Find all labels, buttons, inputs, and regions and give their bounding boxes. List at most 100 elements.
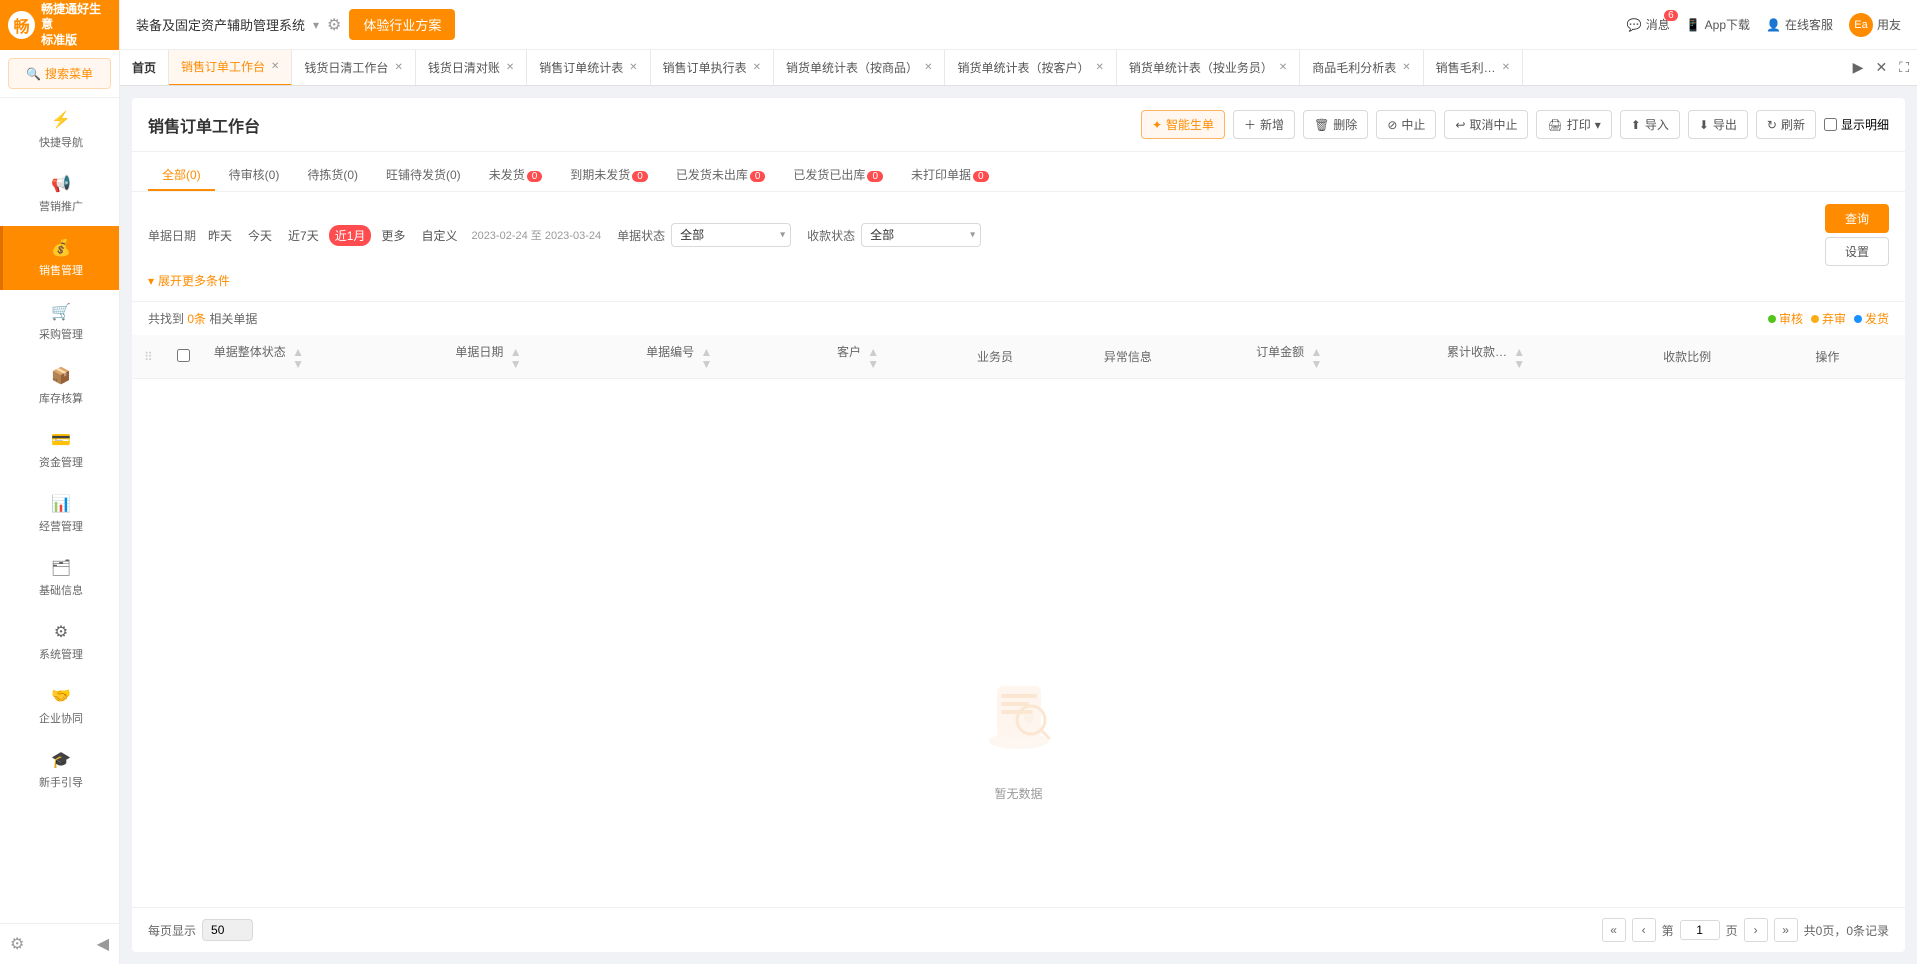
col-customer[interactable]: 客户 ▲▼	[825, 335, 965, 379]
import-button[interactable]: ⬆ 导入	[1620, 110, 1680, 139]
import-icon: ⬆	[1631, 118, 1641, 132]
prev-page-button[interactable]: ‹	[1632, 918, 1656, 942]
sidebar-item-shortcuts[interactable]: ⚡ 快捷导航	[0, 98, 119, 162]
experience-plan-button[interactable]: 体验行业方案	[349, 9, 455, 40]
filter-tab-unshipped[interactable]: 未发货0	[475, 160, 557, 191]
sidebar-item-inventory[interactable]: 📦 库存核算	[0, 354, 119, 418]
stop-button[interactable]: ⊘ 中止	[1376, 110, 1436, 139]
tab-home[interactable]: 首页	[120, 50, 169, 86]
sidebar-item-sales[interactable]: 💰 销售管理	[0, 226, 119, 290]
payment-select[interactable]: 全部	[861, 223, 981, 247]
sidebar-item-finance[interactable]: 💳 资金管理	[0, 418, 119, 482]
sidebar-item-system[interactable]: ⚙ 系统管理	[0, 610, 119, 674]
tab-close-sales-staff[interactable]: ✕	[1279, 62, 1287, 73]
online-service-button[interactable]: 👤 在线客服	[1766, 16, 1833, 33]
collapse-sidebar-icon[interactable]: ◀	[97, 934, 109, 954]
col-exception[interactable]: 异常信息	[1092, 335, 1244, 379]
print-button[interactable]: 🖨 打印 ▾	[1536, 110, 1611, 139]
message-button[interactable]: 💬 消息 6	[1627, 16, 1670, 33]
tab-sales-customer[interactable]: 销货单统计表（按客户） ✕	[945, 50, 1116, 86]
filter-tab-all[interactable]: 全部(0)	[148, 160, 215, 191]
set-button[interactable]: 设置	[1825, 237, 1889, 266]
tab-close-sales-exec[interactable]: ✕	[753, 62, 761, 73]
tab-gross-margin[interactable]: 商品毛利分析表 ✕	[1300, 50, 1423, 86]
sidebar-item-basic-info[interactable]: 🗂 基础信息	[0, 546, 119, 610]
tab-close-sales-stats[interactable]: ✕	[629, 62, 637, 73]
col-status[interactable]: 单据整体状态 ▲▼	[202, 335, 444, 379]
topbar-settings-icon[interactable]: ⚙	[327, 15, 341, 35]
tab-close-gross-margin[interactable]: ✕	[1402, 62, 1410, 73]
tab-sales-goods[interactable]: 销货单统计表（按商品） ✕	[774, 50, 945, 86]
batch-cancel-button[interactable]: 弃审	[1811, 310, 1846, 327]
filter-tab-pending-audit[interactable]: 待审核(0)	[215, 160, 294, 191]
ai-generate-button[interactable]: ✦ 智能生单	[1141, 110, 1225, 139]
col-amount[interactable]: 订单金额 ▲▼	[1244, 335, 1435, 379]
col-staff[interactable]: 业务员	[965, 335, 1092, 379]
shortcut-1month[interactable]: 近1月	[329, 225, 372, 246]
settings-bottom-icon[interactable]: ⚙	[10, 934, 24, 954]
tab-close-sales-customer[interactable]: ✕	[1095, 62, 1103, 73]
status-select[interactable]: 全部	[671, 223, 791, 247]
first-page-button[interactable]: «	[1602, 918, 1626, 942]
filter-tab-unprinted[interactable]: 未打印单据0	[897, 160, 1003, 191]
filter-tab-shipped-out[interactable]: 已发货已出库0	[779, 160, 897, 191]
sidebar-item-purchase[interactable]: 🛒 采购管理	[0, 290, 119, 354]
tab-cash-reconcile[interactable]: 钱货日清对账 ✕	[416, 50, 527, 86]
tabs-close-icon[interactable]: ✕	[1871, 57, 1891, 78]
filter-tab-overdue-ship[interactable]: 到期未发货0	[556, 160, 662, 191]
col-collected[interactable]: 累计收款… ▲▼	[1435, 335, 1651, 379]
last-page-button[interactable]: »	[1774, 918, 1798, 942]
expand-system-icon[interactable]: ▾	[313, 18, 319, 32]
tab-close-cash-clearing[interactable]: ✕	[394, 62, 402, 73]
user-menu-button[interactable]: Ea 用友	[1849, 13, 1901, 37]
filter-tab-wangpu-ship[interactable]: 旺铺待发货(0)	[372, 160, 475, 191]
select-all-column[interactable]	[165, 335, 202, 379]
tab-sales-profit[interactable]: 销售毛利… ✕	[1424, 50, 1523, 86]
export-button[interactable]: ⬇ 导出	[1688, 110, 1748, 139]
query-button[interactable]: 查询	[1825, 204, 1889, 233]
tab-close-sales-profit[interactable]: ✕	[1502, 62, 1510, 73]
shortcut-custom[interactable]: 自定义	[415, 225, 463, 246]
sidebar-item-guide[interactable]: 🎓 新手引导	[0, 738, 119, 802]
col-ratio[interactable]: 收款比例	[1651, 335, 1803, 379]
filter-tab-shipped-not-out[interactable]: 已发货未出库0	[662, 160, 780, 191]
batch-ship-button[interactable]: 发货	[1854, 310, 1889, 327]
topbar-right: 💬 消息 6 📱 App下载 👤 在线客服 Ea 用友	[1627, 13, 1901, 37]
print-dropdown-icon[interactable]: ▾	[1595, 118, 1601, 132]
tab-sales-order-workbench[interactable]: 销售订单工作台 ✕	[169, 50, 292, 86]
col-date[interactable]: 单据日期 ▲▼	[443, 335, 634, 379]
expand-conditions-button[interactable]: ▾ 展开更多条件	[148, 272, 1889, 289]
tab-sales-stats[interactable]: 销售订单统计表 ✕	[527, 50, 650, 86]
delete-button[interactable]: 🗑 删除	[1303, 110, 1368, 139]
shortcut-today[interactable]: 今天	[242, 225, 278, 246]
show-detail-checkbox-wrap[interactable]: 显示明细	[1824, 116, 1889, 133]
shortcut-yesterday[interactable]: 昨天	[202, 225, 238, 246]
add-button[interactable]: ＋ 新增	[1233, 110, 1295, 139]
batch-audit-button[interactable]: 审核	[1768, 310, 1803, 327]
tabs-scroll-right-icon[interactable]: ▶	[1849, 57, 1868, 78]
tab-close-sales-order[interactable]: ✕	[271, 61, 279, 72]
refresh-button[interactable]: ↻ 刷新	[1756, 110, 1816, 139]
tab-close-sales-goods[interactable]: ✕	[924, 62, 932, 73]
tab-sales-exec[interactable]: 销售订单执行表 ✕	[651, 50, 774, 86]
sidebar-item-cooperation[interactable]: 🤝 企业协同	[0, 674, 119, 738]
page-number-input[interactable]	[1680, 920, 1720, 940]
select-all-checkbox[interactable]	[177, 349, 190, 362]
sidebar-item-marketing[interactable]: 📢 营销推广	[0, 162, 119, 226]
tab-close-cash-reconcile[interactable]: ✕	[506, 62, 514, 73]
col-number[interactable]: 单据编号 ▲▼	[634, 335, 825, 379]
next-page-button[interactable]: ›	[1744, 918, 1768, 942]
tabs-fullscreen-icon[interactable]: ⛶	[1895, 57, 1913, 78]
filter-tab-pending-pick[interactable]: 待拣货(0)	[293, 160, 372, 191]
tab-cash-clearing[interactable]: 钱货日清工作台 ✕	[292, 50, 415, 86]
main-area: 装备及固定资产辅助管理系统 ▾ ⚙ 体验行业方案 💬 消息 6 📱 App下载 …	[120, 0, 1917, 964]
page-size-select[interactable]: 20 50 100	[202, 919, 253, 941]
search-menu-button[interactable]: 🔍 搜索菜单	[8, 58, 111, 89]
app-download-button[interactable]: 📱 App下载	[1686, 16, 1750, 33]
cancel-stop-button[interactable]: ↩ 取消中止	[1444, 110, 1528, 139]
sidebar-item-operations[interactable]: 📊 经营管理	[0, 482, 119, 546]
shortcut-7days[interactable]: 近7天	[282, 225, 325, 246]
tab-sales-staff[interactable]: 销货单统计表（按业务员） ✕	[1117, 50, 1300, 86]
shortcut-more[interactable]: 更多	[375, 225, 411, 246]
show-detail-checkbox[interactable]	[1824, 118, 1837, 131]
